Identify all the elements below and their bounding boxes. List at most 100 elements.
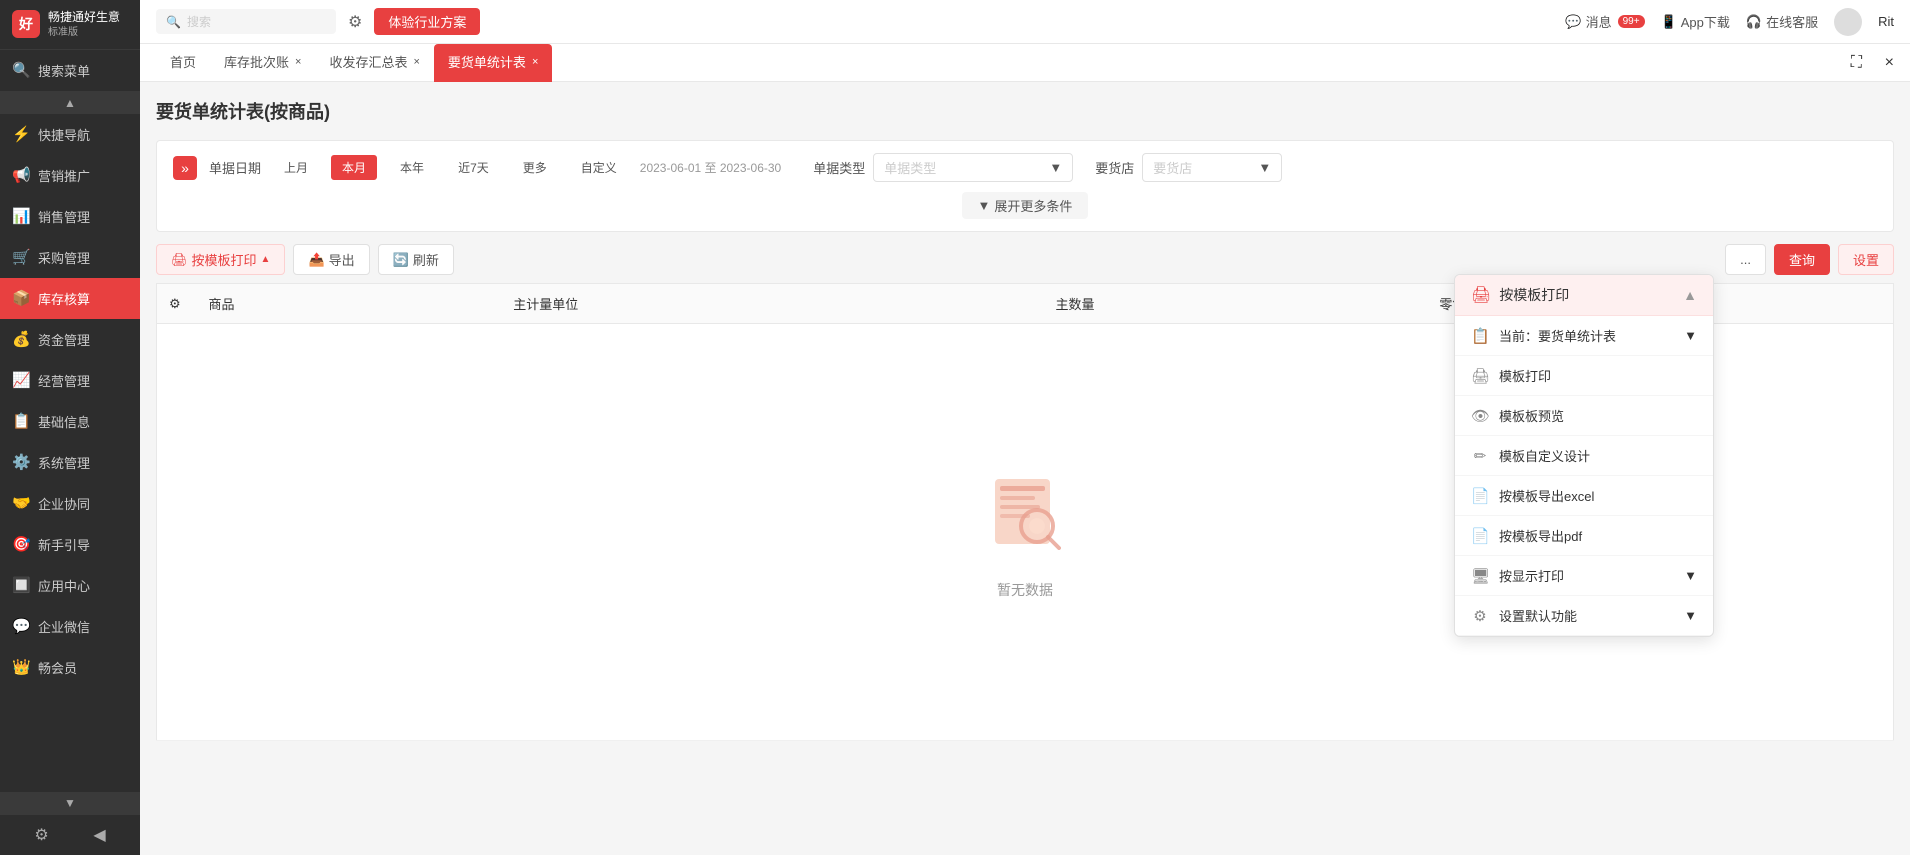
sidebar-item-inventory[interactable]: 📦 库存核算 bbox=[0, 278, 140, 319]
expand-more-button[interactable]: ▼ 展开更多条件 bbox=[962, 192, 1089, 219]
template-print-icon: 🖨 bbox=[1471, 367, 1489, 385]
template-custom-item[interactable]: ✏ 模板自定义设计 bbox=[1455, 436, 1713, 476]
template-preview-item[interactable]: 👁 模板板预览 bbox=[1455, 396, 1713, 436]
topbar-gear-icon[interactable]: ⚙ bbox=[348, 12, 362, 32]
tab-close-order-stats[interactable]: × bbox=[532, 56, 538, 68]
current-template-item[interactable]: 📋 当前：要货单统计表 ▼ bbox=[1455, 316, 1713, 356]
sidebar-item-marketing[interactable]: 📢 营销推广 bbox=[0, 155, 140, 196]
type-select-arrow: ▼ bbox=[1049, 160, 1062, 175]
quick-nav-icon: ⚡ bbox=[12, 125, 30, 143]
filter-bar: » 单据日期 上月 本月 本年 近7天 更多 自定义 2023-06-01 至 … bbox=[156, 140, 1894, 232]
tab-inventory-batch[interactable]: 库存批次账 × bbox=[210, 44, 315, 82]
template-custom-icon: ✏ bbox=[1471, 447, 1489, 465]
query-button[interactable]: 查询 bbox=[1774, 244, 1830, 275]
sidebar-item-guide[interactable]: 🎯 新手引导 bbox=[0, 524, 140, 565]
table-header-settings[interactable]: ⚙ bbox=[157, 284, 197, 324]
member-icon: 👑 bbox=[12, 658, 30, 676]
sidebar-item-collab[interactable]: 🤝 企业协同 bbox=[0, 483, 140, 524]
export-button[interactable]: 📤 导出 bbox=[293, 244, 369, 275]
logo-text: 畅捷通好生意 标准版 bbox=[48, 10, 120, 39]
sidebar-item-wechat[interactable]: 💬 企业微信 bbox=[0, 606, 140, 647]
print-template-button[interactable]: 🖨 按模板打印 ▲ bbox=[156, 244, 285, 275]
empty-state-text: 暂无数据 bbox=[997, 580, 1053, 600]
username: Rit bbox=[1878, 14, 1894, 29]
topbar-search-icon: 🔍 bbox=[166, 15, 181, 29]
filter-expand-button[interactable]: » bbox=[173, 156, 197, 180]
template-print-item[interactable]: 🖨 模板打印 bbox=[1455, 356, 1713, 396]
table-settings-icon[interactable]: ⚙ bbox=[169, 296, 181, 311]
finance-icon: 💰 bbox=[12, 330, 30, 348]
guide-icon: 🎯 bbox=[12, 535, 30, 553]
sidebar-item-member[interactable]: 👑 畅会员 bbox=[0, 647, 140, 688]
sidebar-item-purchase[interactable]: 🛒 采购管理 bbox=[0, 237, 140, 278]
maximize-button[interactable]: ⛶ bbox=[1837, 44, 1876, 82]
main-area: 🔍 搜索 ⚙ 体验行业方案 💬 消息 99+ 📱 App下载 🎧 在线客服 Ri… bbox=[140, 0, 1910, 855]
tab-order-stats[interactable]: 要货单统计表 × bbox=[434, 44, 552, 82]
app-download-button[interactable]: 📱 App下载 bbox=[1661, 12, 1730, 31]
collapse-icon[interactable]: ◀ bbox=[93, 825, 105, 845]
settings-button[interactable]: 设置 bbox=[1838, 244, 1894, 275]
sidebar: 好 畅捷通好生意 标准版 🔍 搜索菜单 ▲ ⚡ 快捷导航 📢 营销推广 📊 销售… bbox=[0, 0, 140, 855]
display-print-item[interactable]: 🖥 按显示打印 ▼ bbox=[1455, 556, 1713, 596]
sidebar-item-basic[interactable]: 📋 基础信息 bbox=[0, 401, 140, 442]
operations-icon: 📈 bbox=[12, 371, 30, 389]
search-menu[interactable]: 🔍 搜索菜单 bbox=[0, 50, 140, 92]
collab-icon: 🤝 bbox=[12, 494, 30, 512]
settings-footer-icon[interactable]: ⚙ bbox=[34, 825, 48, 845]
tag-select[interactable]: 要货店 ▼ bbox=[1142, 153, 1282, 182]
dropdown-printer-icon: 🖨 bbox=[1471, 285, 1491, 305]
template-excel-icon: 📄 bbox=[1471, 487, 1489, 505]
online-service-button[interactable]: 🎧 在线客服 bbox=[1746, 12, 1818, 31]
type-select[interactable]: 单据类型 ▼ bbox=[873, 153, 1073, 182]
table-header-product: 商品 bbox=[197, 284, 502, 324]
scroll-down[interactable]: ▼ bbox=[0, 792, 140, 814]
sidebar-item-operations[interactable]: 📈 经营管理 bbox=[0, 360, 140, 401]
app-download-icon: 📱 bbox=[1661, 14, 1677, 30]
export-icon: 📤 bbox=[308, 252, 324, 268]
sidebar-item-system[interactable]: ⚙️ 系统管理 bbox=[0, 442, 140, 483]
right-actions: ... 查询 设置 bbox=[1725, 244, 1894, 275]
tab-close-receivable-summary[interactable]: × bbox=[413, 56, 419, 68]
type-label: 单据类型 bbox=[813, 158, 865, 177]
sidebar-item-quick-nav[interactable]: ⚡ 快捷导航 bbox=[0, 114, 140, 155]
search-icon: 🔍 bbox=[12, 61, 30, 79]
system-icon: ⚙️ bbox=[12, 453, 30, 471]
inventory-icon: 📦 bbox=[12, 289, 30, 307]
tab-bar: 首页 库存批次账 × 收发存汇总表 × 要货单统计表 × × ⛶ bbox=[140, 44, 1910, 82]
wechat-icon: 💬 bbox=[12, 617, 30, 635]
avatar[interactable] bbox=[1834, 8, 1862, 36]
tab-receivable-summary[interactable]: 收发存汇总表 × bbox=[315, 44, 433, 82]
sidebar-item-apps[interactable]: 🔲 应用中心 bbox=[0, 565, 140, 606]
app-logo: 好 畅捷通好生意 标准版 bbox=[0, 0, 140, 50]
tab-close-inventory-batch[interactable]: × bbox=[295, 56, 301, 68]
message-button[interactable]: 💬 消息 99+ bbox=[1565, 12, 1644, 31]
topbar-right: 💬 消息 99+ 📱 App下载 🎧 在线客服 Rit bbox=[1565, 8, 1894, 36]
trial-button[interactable]: 体验行业方案 bbox=[374, 8, 480, 35]
template-excel-item[interactable]: 📄 按模板导出excel bbox=[1455, 476, 1713, 516]
topbar: 🔍 搜索 ⚙ 体验行业方案 💬 消息 99+ 📱 App下载 🎧 在线客服 Ri… bbox=[140, 0, 1910, 44]
date-label: 单据日期 bbox=[209, 158, 261, 177]
tab-home[interactable]: 首页 bbox=[156, 44, 210, 82]
date-btn-last-month[interactable]: 上月 bbox=[273, 155, 319, 180]
current-template-arrow: ▼ bbox=[1684, 328, 1697, 343]
date-btn-7days[interactable]: 近7天 bbox=[447, 155, 500, 180]
sidebar-item-sales[interactable]: 📊 销售管理 bbox=[0, 196, 140, 237]
date-btn-custom[interactable]: 自定义 bbox=[570, 155, 628, 180]
date-btn-more[interactable]: 更多 bbox=[512, 155, 558, 180]
nav-list: ⚡ 快捷导航 📢 营销推广 📊 销售管理 🛒 采购管理 📦 库存核算 💰 资金管… bbox=[0, 114, 140, 792]
sidebar-item-finance[interactable]: 💰 资金管理 bbox=[0, 319, 140, 360]
refresh-icon: 🔄 bbox=[393, 252, 409, 268]
dropdown-up-icon[interactable]: ▲ bbox=[1683, 287, 1697, 303]
scroll-up[interactable]: ▲ bbox=[0, 92, 140, 114]
refresh-button[interactable]: 🔄 刷新 bbox=[378, 244, 454, 275]
date-btn-this-month[interactable]: 本月 bbox=[331, 155, 377, 180]
sales-icon: 📊 bbox=[12, 207, 30, 225]
basic-icon: 📋 bbox=[12, 412, 30, 430]
template-pdf-item[interactable]: 📄 按模板导出pdf bbox=[1455, 516, 1713, 556]
date-btn-this-year[interactable]: 本年 bbox=[389, 155, 435, 180]
topbar-search[interactable]: 🔍 搜索 bbox=[156, 9, 336, 34]
more-button[interactable]: ... bbox=[1725, 244, 1766, 275]
default-fn-item[interactable]: ⚙ 设置默认功能 ▼ bbox=[1455, 596, 1713, 636]
purchase-icon: 🛒 bbox=[12, 248, 30, 266]
expand-more-icon: ▼ bbox=[978, 198, 991, 213]
